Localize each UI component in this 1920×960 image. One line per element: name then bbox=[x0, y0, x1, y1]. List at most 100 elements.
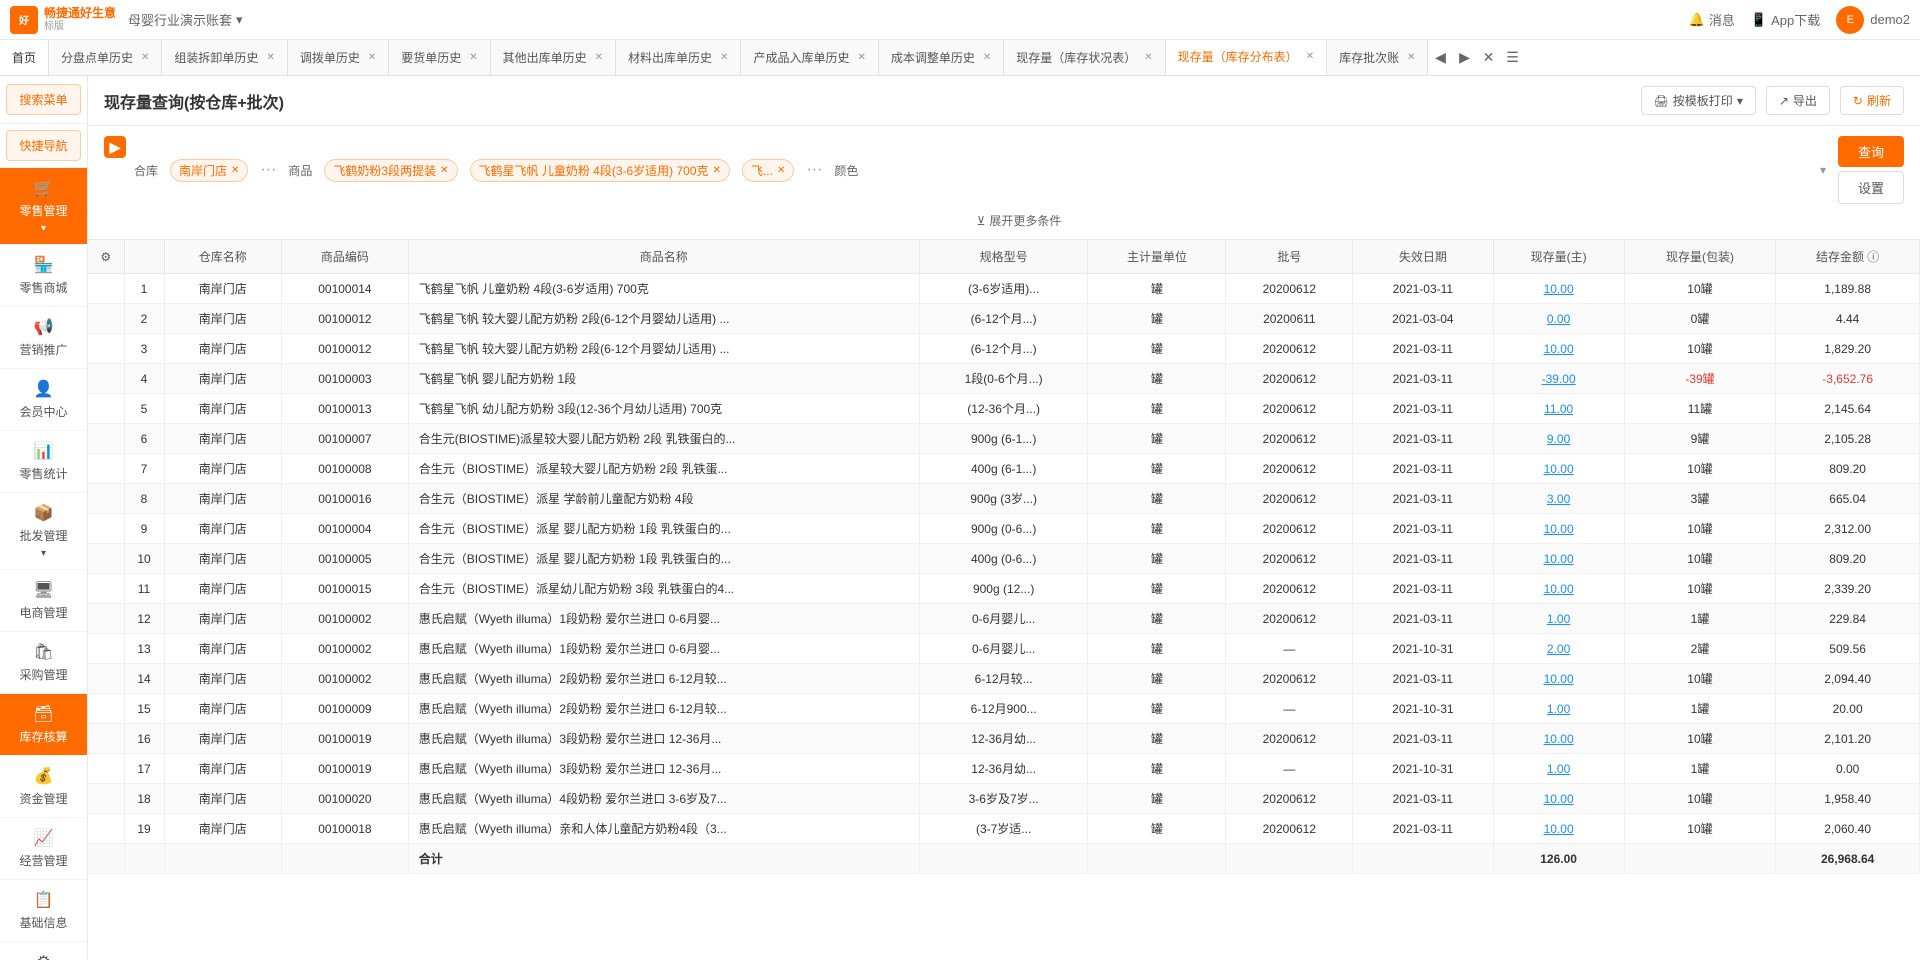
row-stock-main[interactable]: 10.00 bbox=[1493, 514, 1624, 544]
tab-现存量库存分布表[interactable]: 现存量（库存分布表） ✕ bbox=[1166, 40, 1327, 76]
tab-nav-prev[interactable]: ◀ bbox=[1428, 46, 1452, 70]
row-stock-main[interactable]: 10.00 bbox=[1493, 334, 1624, 364]
tab-close-icon[interactable]: ✕ bbox=[469, 52, 477, 63]
remove-goods-tag1-icon[interactable]: ✕ bbox=[440, 165, 448, 176]
row-stock-main[interactable]: -39.00 bbox=[1493, 364, 1624, 394]
sidebar-item-retail_mgmt[interactable]: 🛒 零售管理 ▾ bbox=[0, 168, 87, 245]
sidebar-item-retail_shop[interactable]: 🏪 零售商城 bbox=[0, 245, 87, 307]
tab-close-icon[interactable]: ✕ bbox=[1306, 51, 1314, 62]
goods-filter-tag3[interactable]: 飞... ✕ bbox=[742, 159, 794, 182]
row-batch: 20200612 bbox=[1226, 814, 1353, 844]
table-row: 14 南岸门店 00100002 惠氏启赋（Wyeth illuma）2段奶粉 … bbox=[88, 664, 1920, 694]
sidebar-item-basic_info[interactable]: 📋 基础信息 bbox=[0, 880, 87, 942]
row-stock-main[interactable]: 10.00 bbox=[1493, 544, 1624, 574]
sidebar-item-retail_stats[interactable]: 📊 零售统计 bbox=[0, 431, 87, 493]
sidebar-item-wholesale_mgmt[interactable]: 📦 批发管理 ▾ bbox=[0, 493, 87, 570]
row-stock-main[interactable]: 10.00 bbox=[1493, 814, 1624, 844]
tab-nav-next[interactable]: ▶ bbox=[1452, 46, 1476, 70]
refresh-button[interactable]: ↻ 刷新 bbox=[1840, 86, 1904, 115]
row-expire: 2021-03-11 bbox=[1353, 364, 1493, 394]
tab-close-icon[interactable]: ✕ bbox=[368, 52, 376, 63]
tab-其他出库单历史[interactable]: 其他出库单历史 ✕ bbox=[491, 40, 616, 76]
org-selector[interactable]: 母婴行业演示账套 ▾ bbox=[128, 10, 243, 29]
messages-btn[interactable]: 🔔 消息 bbox=[1689, 10, 1735, 29]
row-stock-main[interactable]: 1.00 bbox=[1493, 604, 1624, 634]
sidebar-item-finance[interactable]: 💰 资金管理 bbox=[0, 756, 87, 818]
tab-close-icon[interactable]: ✕ bbox=[720, 52, 728, 63]
row-stock-main[interactable]: 11.00 bbox=[1493, 394, 1624, 424]
footer-empty2 bbox=[124, 844, 164, 874]
print-button[interactable]: 🖨 按模板打印 ▾ bbox=[1641, 86, 1756, 115]
row-code: 00100003 bbox=[282, 364, 409, 394]
row-stock-main[interactable]: 2.00 bbox=[1493, 634, 1624, 664]
color-dropdown-icon[interactable]: ▾ bbox=[1820, 163, 1826, 177]
row-stock-main[interactable]: 9.00 bbox=[1493, 424, 1624, 454]
sidebar-item-sys_mgmt[interactable]: ⚙ 系统管理 bbox=[0, 942, 87, 960]
expand-conditions-button[interactable]: ⊻ 展开更多条件 bbox=[977, 212, 1062, 229]
row-stock-main[interactable]: 0.00 bbox=[1493, 304, 1624, 334]
logo-sub: 标版 bbox=[44, 21, 116, 33]
tab-库存批次账[interactable]: 库存批次账 ✕ bbox=[1327, 40, 1428, 76]
sidebar-item-marketing[interactable]: 📢 营销推广 bbox=[0, 307, 87, 369]
col-stock-pkg: 现存量(包装) bbox=[1624, 240, 1776, 274]
tab-调拨单历史[interactable]: 调拨单历史 ✕ bbox=[288, 40, 389, 76]
tab-close-icon[interactable]: ✕ bbox=[857, 52, 865, 63]
goods-filter-more[interactable]: ··· bbox=[806, 161, 822, 179]
app-download-btn[interactable]: 📱 App下载 bbox=[1751, 10, 1820, 29]
row-stock-main[interactable]: 3.00 bbox=[1493, 484, 1624, 514]
tab-menu[interactable]: ☰ bbox=[1500, 46, 1524, 70]
user-area[interactable]: E demo2 bbox=[1836, 6, 1910, 34]
row-stock-main[interactable]: 10.00 bbox=[1493, 784, 1624, 814]
tab-组装拆卸单历史[interactable]: 组装拆卸单历史 ✕ bbox=[162, 40, 287, 76]
remove-warehouse-tag-icon[interactable]: ✕ bbox=[231, 165, 239, 176]
row-stock-main[interactable]: 10.00 bbox=[1493, 574, 1624, 604]
row-stock-main[interactable]: 10.00 bbox=[1493, 664, 1624, 694]
query-button[interactable]: 查询 bbox=[1838, 136, 1904, 167]
goods-filter-tag2[interactable]: 飞鹤星飞帆 儿童奶粉 4段(3-6岁适用) 700克 ✕ bbox=[470, 159, 730, 182]
tab-close-icon[interactable]: ✕ bbox=[266, 52, 274, 63]
row-stock-main[interactable]: 1.00 bbox=[1493, 694, 1624, 724]
row-code: 00100009 bbox=[282, 694, 409, 724]
sidebar-item-label: 零售管理 bbox=[19, 202, 67, 219]
tab-现存量库存状况表[interactable]: 现存量（库存状况表） ✕ bbox=[1004, 40, 1165, 76]
sidebar-item-inventory[interactable]: 🗃 库存核算 bbox=[0, 694, 87, 756]
expand-filter-button[interactable]: ▶ bbox=[104, 136, 126, 158]
tab-home[interactable]: 首页 bbox=[0, 40, 49, 76]
row-stock-main[interactable]: 10.00 bbox=[1493, 274, 1624, 304]
bell-icon: 🔔 bbox=[1689, 12, 1705, 28]
tab-close-icon[interactable]: ✕ bbox=[141, 52, 149, 63]
table-row: 10 南岸门店 00100005 合生元（BIOSTIME）派星 婴儿配方奶粉 … bbox=[88, 544, 1920, 574]
search-menu-button[interactable]: 搜索菜单 bbox=[6, 84, 81, 115]
tab-close-icon[interactable]: ✕ bbox=[1144, 52, 1152, 63]
sidebar-item-operation[interactable]: 📈 经营管理 bbox=[0, 818, 87, 880]
tab-要货单历史[interactable]: 要货单历史 ✕ bbox=[389, 40, 490, 76]
sidebar-item-member_center[interactable]: 👤 会员中心 bbox=[0, 369, 87, 431]
tab-分盘点单历史[interactable]: 分盘点单历史 ✕ bbox=[49, 40, 162, 76]
row-stock-pkg: 1罐 bbox=[1624, 694, 1776, 724]
export-button[interactable]: ↗ 导出 bbox=[1766, 86, 1830, 115]
remove-goods-tag2-icon[interactable]: ✕ bbox=[713, 165, 721, 176]
tab-产成品入库单历史[interactable]: 产成品入库单历史 ✕ bbox=[741, 40, 878, 76]
sidebar-item-purchase_mgmt[interactable]: 🛍 采购管理 bbox=[0, 632, 87, 694]
row-seq: 16 bbox=[124, 724, 164, 754]
tab-close-icon[interactable]: ✕ bbox=[983, 52, 991, 63]
tab-close-icon[interactable]: ✕ bbox=[595, 52, 603, 63]
row-code: 00100018 bbox=[282, 814, 409, 844]
tab-close-all[interactable]: ✕ bbox=[1476, 46, 1500, 70]
gear-icon[interactable]: ⚙ bbox=[100, 250, 111, 264]
sidebar-item-ecom_mgmt[interactable]: 🖥 电商管理 bbox=[0, 570, 87, 632]
tab-成本调整单历史[interactable]: 成本调整单历史 ✕ bbox=[879, 40, 1004, 76]
tab-材料出库单历史[interactable]: 材料出库单历史 ✕ bbox=[616, 40, 741, 76]
row-stock-main[interactable]: 10.00 bbox=[1493, 724, 1624, 754]
goods-filter-tag1[interactable]: 飞鹤奶粉3段两提装 ✕ bbox=[324, 159, 457, 182]
warehouse-filter-tag[interactable]: 南岸门店 ✕ bbox=[170, 159, 248, 182]
tab-close-icon[interactable]: ✕ bbox=[1407, 52, 1415, 63]
row-spec: 6-12月较... bbox=[919, 664, 1088, 694]
settings-button[interactable]: 设置 bbox=[1838, 171, 1904, 204]
row-stock-main[interactable]: 10.00 bbox=[1493, 454, 1624, 484]
row-unit: 罐 bbox=[1088, 634, 1226, 664]
warehouse-filter-more[interactable]: ··· bbox=[260, 161, 276, 179]
quick-nav-button[interactable]: 快捷导航 bbox=[6, 130, 81, 161]
remove-goods-tag3-icon[interactable]: ✕ bbox=[777, 165, 785, 176]
row-stock-main[interactable]: 1.00 bbox=[1493, 754, 1624, 784]
